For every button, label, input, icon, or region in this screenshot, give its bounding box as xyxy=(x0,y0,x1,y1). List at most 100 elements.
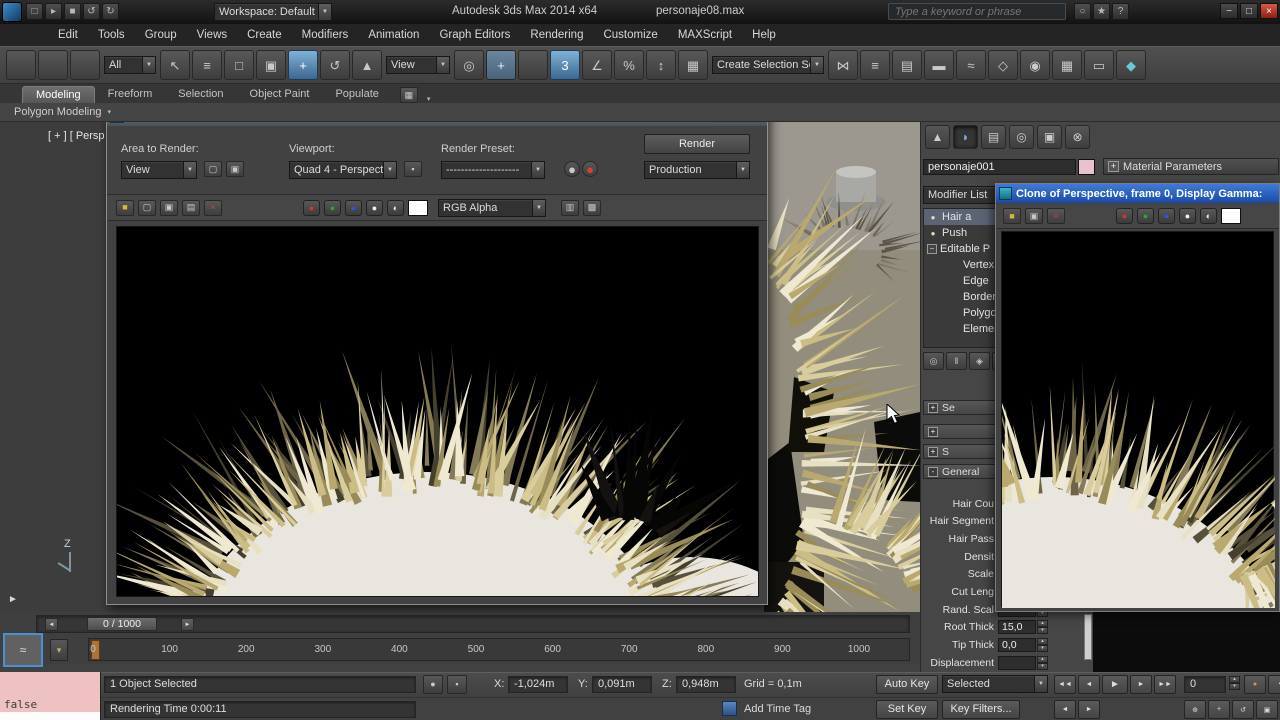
print-image-icon[interactable]: ▤ xyxy=(182,199,200,216)
y-coordinate-field[interactable]: 0,091m xyxy=(592,676,652,693)
key-mode-toggle-icon[interactable]: ● xyxy=(1244,675,1266,694)
new-scene-icon[interactable]: □ xyxy=(26,3,43,20)
next-key-button[interactable]: ► xyxy=(1078,700,1100,719)
parameter-spinner[interactable]: ▴▾ xyxy=(1037,620,1048,635)
time-slider-handle[interactable]: 0 / 1000 xyxy=(87,617,157,631)
clone-rendered-image[interactable] xyxy=(736,231,1280,720)
motion-tab[interactable]: ◎ xyxy=(1009,125,1034,149)
menu-edit[interactable]: Edit xyxy=(48,29,88,41)
side-panel-toggle-icon[interactable]: ► xyxy=(8,594,18,605)
viewport-corner-label[interactable]: [ + ] [ Persp xyxy=(48,130,105,142)
show-end-result-icon[interactable]: ‖ xyxy=(946,352,967,370)
select-object-icon[interactable]: ↖ xyxy=(160,50,190,80)
favorites-icon[interactable]: ★ xyxy=(1093,3,1110,20)
area-to-render-dropdown[interactable]: View ▼ xyxy=(121,161,197,179)
rendered-image[interactable] xyxy=(76,226,907,720)
play-animation-button[interactable]: ► xyxy=(1102,675,1128,694)
display-tab[interactable]: ▣ xyxy=(1037,125,1062,149)
selection-filter-dropdown[interactable]: All ▼ xyxy=(104,56,156,74)
rendered-frame-icon[interactable]: ▭ xyxy=(1084,50,1114,80)
toggle-toolbar-icon[interactable]: ▩ xyxy=(583,199,601,216)
auto-region-icon[interactable]: ▣ xyxy=(226,161,244,177)
object-name-field[interactable] xyxy=(923,159,1076,175)
rfw-viewport-dropdown[interactable]: Quad 4 - Perspect ▼ xyxy=(289,161,397,179)
parameter-spinner[interactable]: ▴▾ xyxy=(1037,638,1048,653)
help-icon[interactable]: ? xyxy=(1112,3,1129,20)
next-frame-button[interactable]: ► xyxy=(1130,675,1152,694)
macro-recorder-pane[interactable]: false xyxy=(0,672,100,712)
x-coordinate-field[interactable]: -1,024m xyxy=(508,676,568,693)
previous-key-button[interactable]: ◄ xyxy=(1054,700,1076,719)
ribbon-tab-object-paint[interactable]: Object Paint xyxy=(237,86,323,103)
add-time-tag-label[interactable]: Add Time Tag xyxy=(744,703,811,715)
go-to-start-button[interactable]: ◄◄ xyxy=(1054,675,1076,694)
search-input[interactable] xyxy=(888,3,1066,20)
minimize-button[interactable]: − xyxy=(1220,3,1238,19)
blue-channel-icon[interactable]: ● xyxy=(345,199,362,216)
maximize-viewport-icon[interactable]: ▣ xyxy=(1256,700,1278,719)
undo-icon[interactable]: ↺ xyxy=(83,3,100,20)
menu-graph-editors[interactable]: Graph Editors xyxy=(429,29,520,41)
material-parameters-expand-icon[interactable]: + xyxy=(1108,161,1119,172)
curve-editor-icon[interactable]: ≈ xyxy=(956,50,986,80)
menu-tools[interactable]: Tools xyxy=(88,29,135,41)
render-button[interactable]: Render xyxy=(644,134,750,154)
parameter-field[interactable]: 0,0 xyxy=(998,638,1036,653)
clone-window-icon[interactable]: ▣ xyxy=(1025,208,1043,224)
ribbon-tab-populate[interactable]: Populate xyxy=(322,86,391,103)
parameter-spinner[interactable]: ▴▾ xyxy=(1037,655,1048,670)
spinner-down-icon[interactable]: ▾ xyxy=(1037,645,1048,653)
ribbon-tab-freeform[interactable]: Freeform xyxy=(95,86,166,103)
background-color-swatch[interactable] xyxy=(408,199,428,216)
frame-back-button[interactable]: ◄ xyxy=(45,618,58,631)
monochrome-channel-icon[interactable]: ● xyxy=(366,199,383,216)
select-and-rotate-icon[interactable]: ↺ xyxy=(320,50,350,80)
object-color-swatch[interactable] xyxy=(1078,159,1095,175)
parameter-field[interactable] xyxy=(998,655,1036,670)
spinner-up-icon[interactable]: ▴ xyxy=(1037,620,1048,628)
workspace-dropdown[interactable]: Workspace: Default ▼ xyxy=(214,3,332,21)
save-image-icon[interactable]: ■ xyxy=(116,199,134,216)
orbit-icon[interactable]: ↺ xyxy=(1232,700,1254,719)
viewport-scene[interactable] xyxy=(764,122,920,612)
make-unique-icon[interactable]: ◈ xyxy=(969,352,990,370)
reference-coordinate-dropdown[interactable]: View ▼ xyxy=(386,56,450,74)
angle-snap-icon[interactable]: ∠ xyxy=(582,50,612,80)
frame-spinner[interactable]: ▴ ▾ xyxy=(1229,676,1240,690)
use-pivot-center-icon[interactable]: ◎ xyxy=(454,50,484,80)
open-mini-curve-editor-button[interactable]: ≈ xyxy=(3,633,43,667)
menu-customize[interactable]: Customize xyxy=(593,29,667,41)
frame-forward-button[interactable]: ► xyxy=(181,618,194,631)
save-file-icon[interactable]: ■ xyxy=(64,3,81,20)
utilities-tab[interactable]: ⊗ xyxy=(1065,125,1090,149)
named-selection-sets-icon[interactable]: ▦ xyxy=(678,50,708,80)
save-image-icon[interactable]: ■ xyxy=(1003,208,1021,224)
create-tab[interactable]: ▲ xyxy=(925,125,950,149)
select-by-name-icon[interactable]: ≡ xyxy=(192,50,222,80)
menu-animation[interactable]: Animation xyxy=(358,29,429,41)
green-channel-icon[interactable]: ● xyxy=(1137,208,1154,224)
panel-scrollbar[interactable] xyxy=(1084,614,1092,660)
trackbar-mini-icon[interactable]: ▾ xyxy=(50,639,68,661)
clone-titlebar[interactable]: Clone of Perspective, frame 0, Display G… xyxy=(996,184,1279,203)
material-parameters-rollout[interactable]: + Material Parameters xyxy=(1103,158,1279,175)
snaps-toggle-icon[interactable]: 3 xyxy=(550,50,580,80)
redo-icon[interactable]: ↻ xyxy=(102,3,119,20)
menu-modifiers[interactable]: Modifiers xyxy=(292,29,359,41)
menu-maxscript[interactable]: MAXScript xyxy=(668,29,742,41)
render-target-dropdown[interactable]: Production ▼ xyxy=(644,161,750,179)
viewport-lock-icon[interactable]: ▪ xyxy=(404,161,422,177)
ribbon-tab-selection[interactable]: Selection xyxy=(165,86,236,103)
spinner-down-icon[interactable]: ▾ xyxy=(1037,627,1048,635)
listener-pane[interactable] xyxy=(0,712,100,720)
alpha-channel-icon[interactable]: ◐ xyxy=(387,199,404,216)
track-bar[interactable]: 0 100 200 300 400 500 600 700 800 900 1000 xyxy=(88,638,910,661)
time-tag-icon[interactable] xyxy=(722,701,737,716)
spinner-snap-icon[interactable]: ↕ xyxy=(646,50,676,80)
isolate-selection-toggle[interactable]: ● xyxy=(423,675,443,694)
channel-display-dropdown[interactable]: RGB Alpha ▼ xyxy=(438,198,546,217)
modify-tab[interactable]: ◗ xyxy=(953,125,978,149)
zoom-icon[interactable]: ⊕ xyxy=(1184,700,1206,719)
clear-image-icon[interactable]: × xyxy=(1047,208,1065,224)
alpha-channel-icon[interactable]: ◐ xyxy=(1200,208,1217,224)
